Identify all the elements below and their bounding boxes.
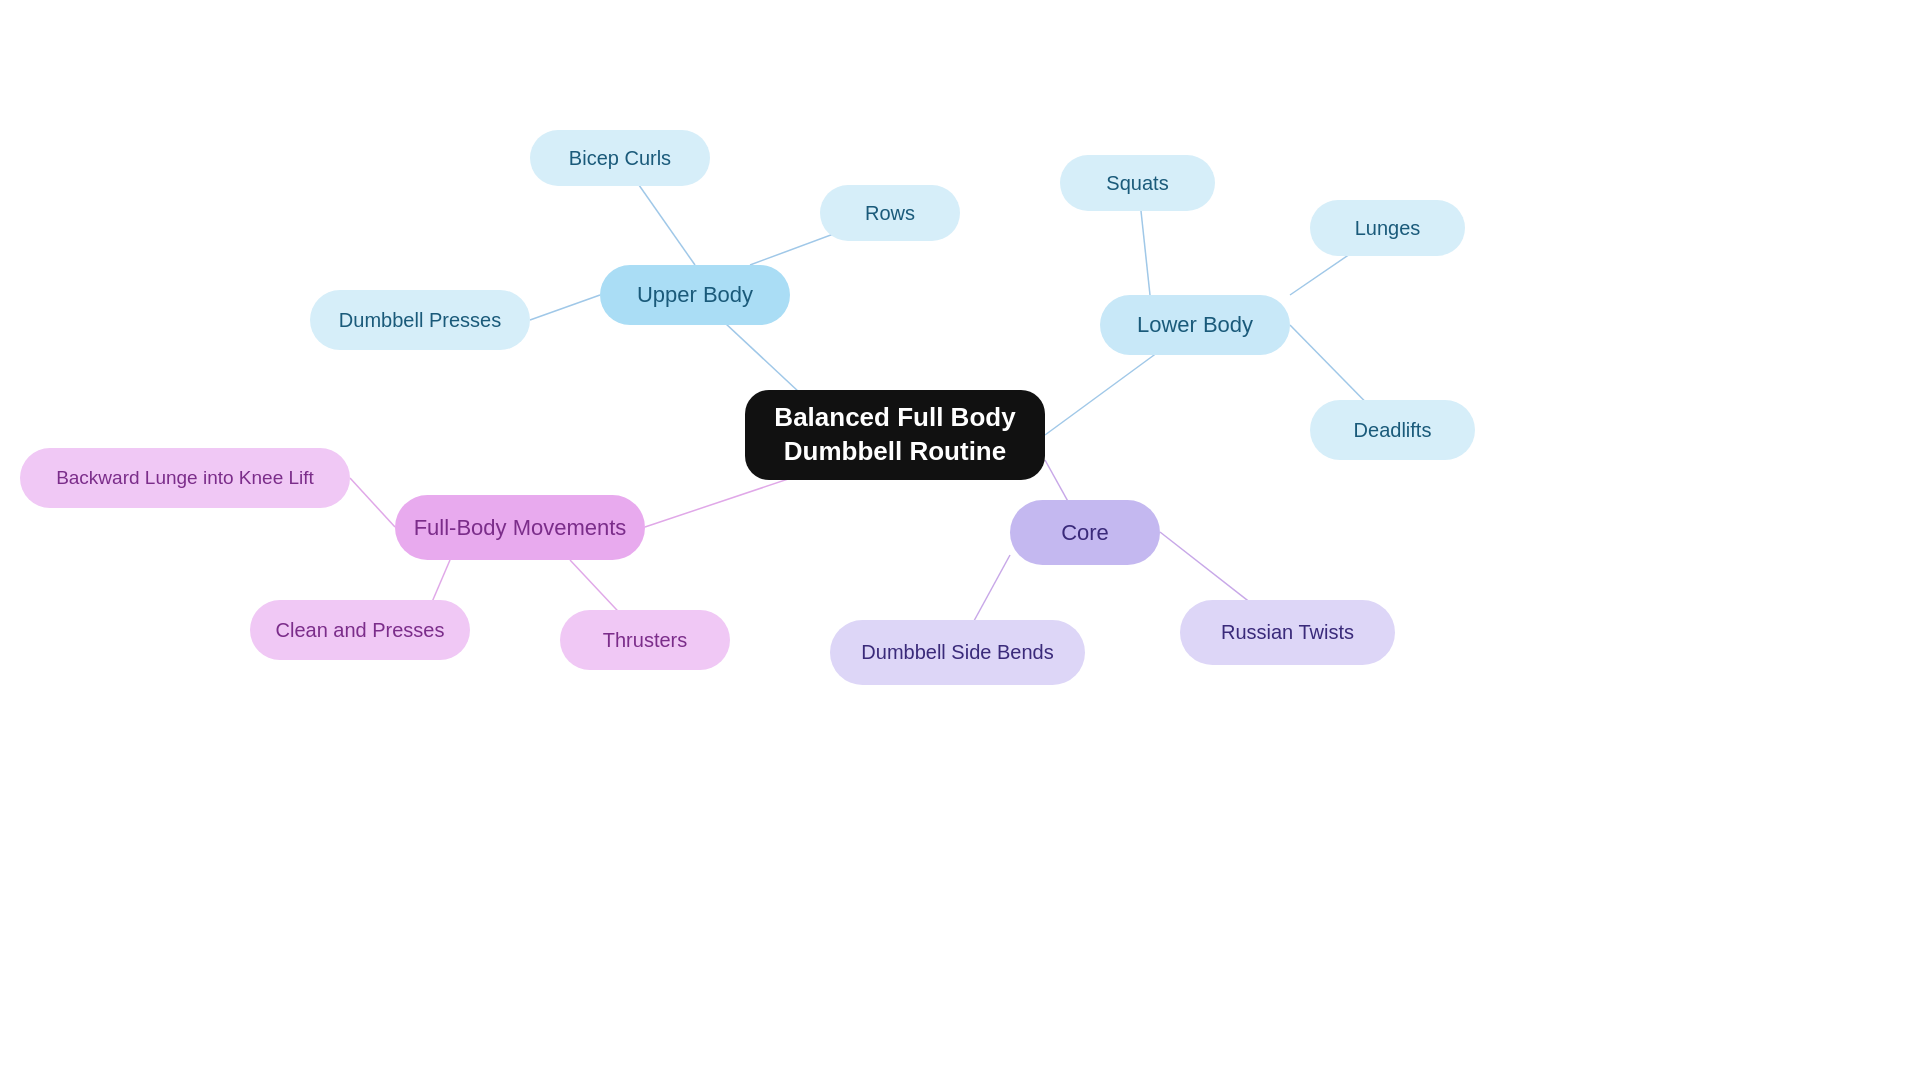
rows-node[interactable]: Rows: [820, 185, 960, 241]
backward-lunge-label: Backward Lunge into Knee Lift: [56, 467, 314, 489]
clean-and-presses-node[interactable]: Clean and Presses: [250, 600, 470, 660]
squats-label: Squats: [1106, 172, 1168, 195]
dumbbell-presses-label: Dumbbell Presses: [339, 309, 501, 332]
lunges-label: Lunges: [1355, 217, 1421, 240]
russian-twists-label: Russian Twists: [1221, 621, 1354, 644]
upper-body-label: Upper Body: [637, 282, 753, 308]
center-node[interactable]: Balanced Full Body Dumbbell Routine: [745, 390, 1045, 480]
clean-and-presses-label: Clean and Presses: [276, 619, 445, 642]
svg-line-9: [350, 478, 395, 527]
core-node[interactable]: Core: [1010, 500, 1160, 565]
russian-twists-node[interactable]: Russian Twists: [1180, 600, 1395, 665]
full-body-movements-node[interactable]: Full-Body Movements: [395, 495, 645, 560]
backward-lunge-node[interactable]: Backward Lunge into Knee Lift: [20, 448, 350, 508]
core-label: Core: [1061, 520, 1109, 546]
lower-body-label: Lower Body: [1137, 312, 1253, 338]
center-label: Balanced Full Body Dumbbell Routine: [745, 401, 1045, 469]
lunges-node[interactable]: Lunges: [1310, 200, 1465, 256]
bicep-curls-node[interactable]: Bicep Curls: [530, 130, 710, 186]
dumbbell-side-bends-label: Dumbbell Side Bends: [861, 641, 1053, 664]
lower-body-node[interactable]: Lower Body: [1100, 295, 1290, 355]
bicep-curls-label: Bicep Curls: [569, 147, 671, 170]
deadlifts-label: Deadlifts: [1354, 419, 1432, 442]
dumbbell-side-bends-node[interactable]: Dumbbell Side Bends: [830, 620, 1085, 685]
dumbbell-presses-node[interactable]: Dumbbell Presses: [310, 290, 530, 350]
squats-node[interactable]: Squats: [1060, 155, 1215, 211]
rows-label: Rows: [865, 202, 915, 225]
full-body-movements-label: Full-Body Movements: [414, 515, 627, 541]
thrusters-node[interactable]: Thrusters: [560, 610, 730, 670]
upper-body-node[interactable]: Upper Body: [600, 265, 790, 325]
thrusters-label: Thrusters: [603, 629, 687, 652]
svg-line-3: [530, 295, 600, 320]
deadlifts-node[interactable]: Deadlifts: [1310, 400, 1475, 460]
